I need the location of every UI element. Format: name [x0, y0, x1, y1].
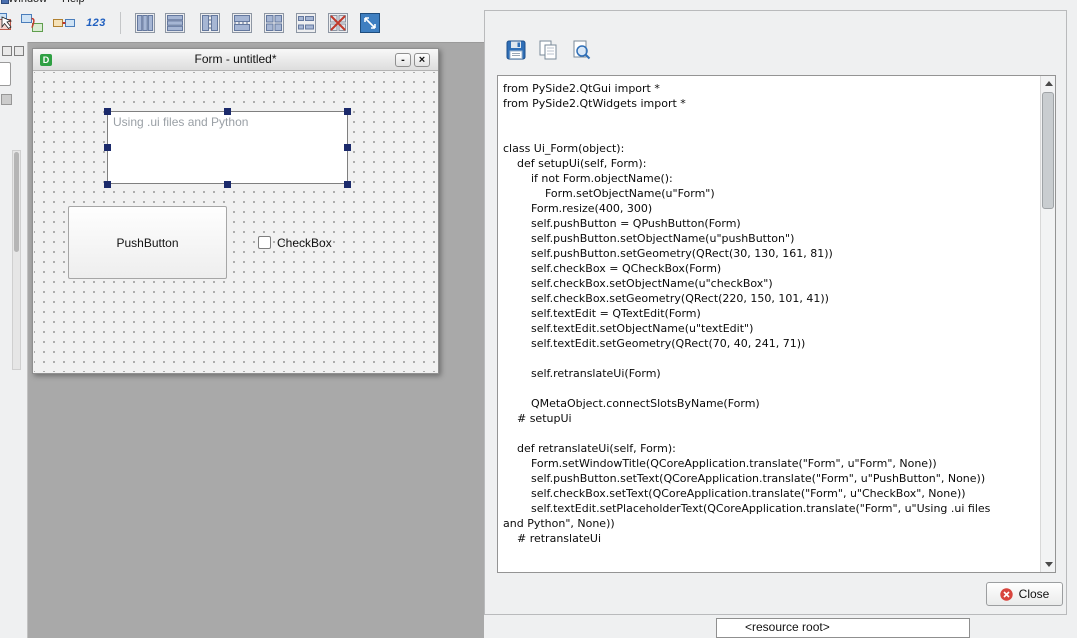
- code-preview-dialog: from PySide2.QtGui import * from PySide2…: [484, 10, 1067, 615]
- edit-widgets-icon: [0, 11, 16, 35]
- layout-vertical-icon: [164, 12, 186, 34]
- selection-handle-top-right[interactable]: [344, 108, 351, 115]
- print-preview-button[interactable]: [569, 38, 593, 62]
- menu-help[interactable]: Help: [62, 0, 85, 5]
- dock-scrollbar-thumb[interactable]: [14, 152, 19, 252]
- close-button[interactable]: Close: [986, 582, 1063, 606]
- scroll-down-button[interactable]: [1041, 557, 1056, 572]
- save-icon: [505, 39, 527, 61]
- selection-handle-top-left[interactable]: [104, 108, 111, 115]
- checkbox-indicator[interactable]: [258, 236, 271, 249]
- close-button-label: Close: [1019, 587, 1050, 601]
- dock-filter-input[interactable]: [0, 62, 11, 86]
- layout-form-icon: [295, 12, 317, 34]
- print-preview-icon: [570, 39, 592, 61]
- form-window-titlebar[interactable]: D Form - untitled* - ×: [33, 49, 438, 71]
- code-text: from PySide2.QtGui import * from PySide2…: [498, 76, 1038, 546]
- arrow-down-icon: [1045, 562, 1053, 567]
- checkbox-label: CheckBox: [277, 236, 332, 250]
- save-button[interactable]: [504, 38, 528, 62]
- layout-horizontal-icon: [134, 12, 156, 34]
- toolbar-separator: [120, 12, 121, 34]
- edit-buddies-button[interactable]: [50, 9, 78, 37]
- resource-root-item[interactable]: <resource root>: [745, 619, 969, 636]
- break-layout-button[interactable]: [324, 9, 352, 37]
- scroll-up-button[interactable]: [1041, 76, 1056, 91]
- resource-browser: <resource root>: [716, 618, 970, 638]
- layout-horizontal-splitter-icon: [199, 12, 221, 34]
- selection-handle-top-mid[interactable]: [224, 108, 231, 115]
- edit-signals-slots-icon: [20, 11, 44, 35]
- edit-tab-order-icon: 123: [86, 17, 106, 29]
- selection-handle-bottom-left[interactable]: [104, 181, 111, 188]
- selection-handle-bottom-mid[interactable]: [224, 181, 231, 188]
- left-dock-fragment: [0, 42, 28, 638]
- close-x-icon: [1000, 588, 1013, 601]
- code-scrollbar[interactable]: [1040, 76, 1055, 572]
- designer-form-icon: D: [40, 54, 52, 66]
- edit-signals-slots-button[interactable]: [18, 9, 46, 37]
- form-close-button[interactable]: ×: [414, 53, 430, 67]
- dock-widget-icon: [1, 94, 12, 105]
- copy-button[interactable]: [536, 38, 560, 62]
- break-layout-icon: [327, 12, 349, 34]
- code-scrollbar-thumb[interactable]: [1042, 92, 1054, 209]
- copy-icon: [537, 39, 559, 61]
- form-designer-window[interactable]: D Form - untitled* - × Using .ui files a…: [32, 48, 439, 374]
- dock-scrollbar[interactable]: [12, 150, 21, 370]
- dock-close-button[interactable]: [14, 46, 24, 56]
- code-view[interactable]: from PySide2.QtGui import * from PySide2…: [497, 75, 1056, 573]
- textedit-placeholder: Using .ui files and Python: [108, 112, 347, 132]
- dock-float-button[interactable]: [2, 46, 12, 56]
- adjust-size-icon: [358, 11, 382, 35]
- layout-vertical-button[interactable]: [161, 9, 189, 37]
- pushbutton-widget[interactable]: PushButton: [68, 206, 227, 279]
- screen: { "menubar": { "items": ["Window", "Help…: [0, 0, 1077, 638]
- layout-form-button[interactable]: [292, 9, 320, 37]
- layout-horizontal-splitter-button[interactable]: [196, 9, 224, 37]
- layout-grid-icon: [263, 12, 285, 34]
- layout-horizontal-button[interactable]: [131, 9, 159, 37]
- layout-vertical-splitter-icon: [231, 12, 253, 34]
- menu-window[interactable]: Window: [8, 0, 47, 5]
- edit-tab-order-button[interactable]: 123: [82, 9, 110, 37]
- layout-vertical-splitter-button[interactable]: [228, 9, 256, 37]
- selection-handle-mid-left[interactable]: [104, 144, 111, 151]
- form-canvas[interactable]: Using .ui files and Python PushButton Ch…: [34, 72, 437, 372]
- textedit-widget[interactable]: Using .ui files and Python: [107, 111, 348, 184]
- menu-bar: Window Help: [0, 0, 1077, 6]
- adjust-size-button[interactable]: [356, 9, 384, 37]
- selection-handle-bottom-right[interactable]: [344, 181, 351, 188]
- edit-widgets-button[interactable]: [0, 9, 18, 37]
- form-window-title: Form - untitled*: [33, 49, 438, 70]
- checkbox-widget[interactable]: CheckBox: [258, 235, 332, 250]
- arrow-up-icon: [1045, 81, 1053, 86]
- selection-handle-mid-right[interactable]: [344, 144, 351, 151]
- edit-buddies-icon: [52, 11, 76, 35]
- layout-grid-button[interactable]: [260, 9, 288, 37]
- form-minimize-button[interactable]: -: [395, 53, 411, 67]
